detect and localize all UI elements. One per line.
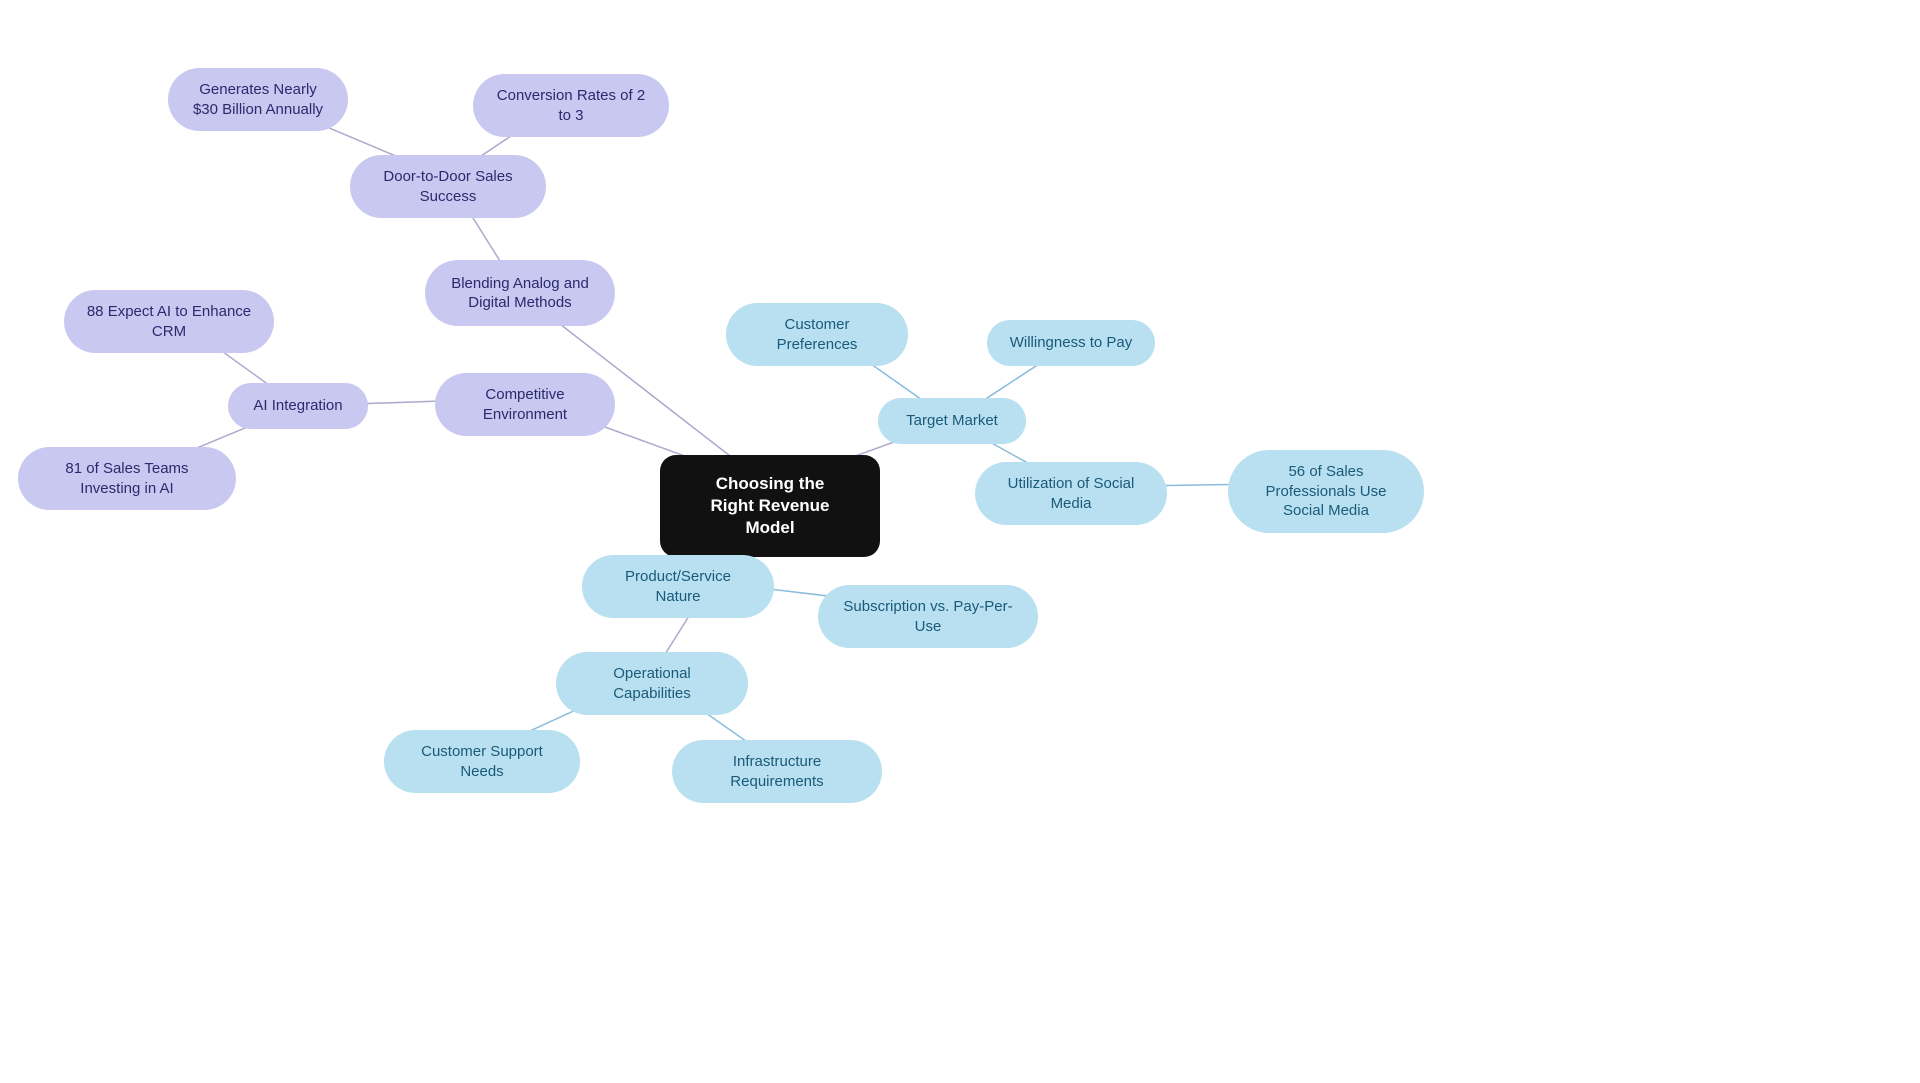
node-willingness[interactable]: Willingness to Pay — [987, 320, 1155, 366]
node-operational[interactable]: Operational Capabilities — [556, 652, 748, 715]
node-center[interactable]: Choosing the Right Revenue Model — [660, 455, 880, 557]
node-customer_support[interactable]: Customer Support Needs — [384, 730, 580, 793]
node-ai_integration[interactable]: AI Integration — [228, 383, 368, 429]
node-product_service[interactable]: Product/Service Nature — [582, 555, 774, 618]
node-sales_professionals[interactable]: 56 of Sales Professionals Use Social Med… — [1228, 450, 1424, 533]
node-subscription[interactable]: Subscription vs. Pay-Per-Use — [818, 585, 1038, 648]
node-infrastructure[interactable]: Infrastructure Requirements — [672, 740, 882, 803]
node-customer_pref[interactable]: Customer Preferences — [726, 303, 908, 366]
node-expect_ai[interactable]: 88 Expect AI to Enhance CRM — [64, 290, 274, 353]
connections-svg — [0, 0, 1920, 1083]
node-target_market[interactable]: Target Market — [878, 398, 1026, 444]
node-sales_teams[interactable]: 81 of Sales Teams Investing in AI — [18, 447, 236, 510]
node-blending[interactable]: Blending Analog and Digital Methods — [425, 260, 615, 326]
node-utilization[interactable]: Utilization of Social Media — [975, 462, 1167, 525]
node-door_to_door[interactable]: Door-to-Door Sales Success — [350, 155, 546, 218]
node-generates[interactable]: Generates Nearly $30 Billion Annually — [168, 68, 348, 131]
mindmap-container: Choosing the Right Revenue Model Blending… — [0, 0, 1920, 1083]
node-conversion[interactable]: Conversion Rates of 2 to 3 — [473, 74, 669, 137]
node-competitive[interactable]: Competitive Environment — [435, 373, 615, 436]
